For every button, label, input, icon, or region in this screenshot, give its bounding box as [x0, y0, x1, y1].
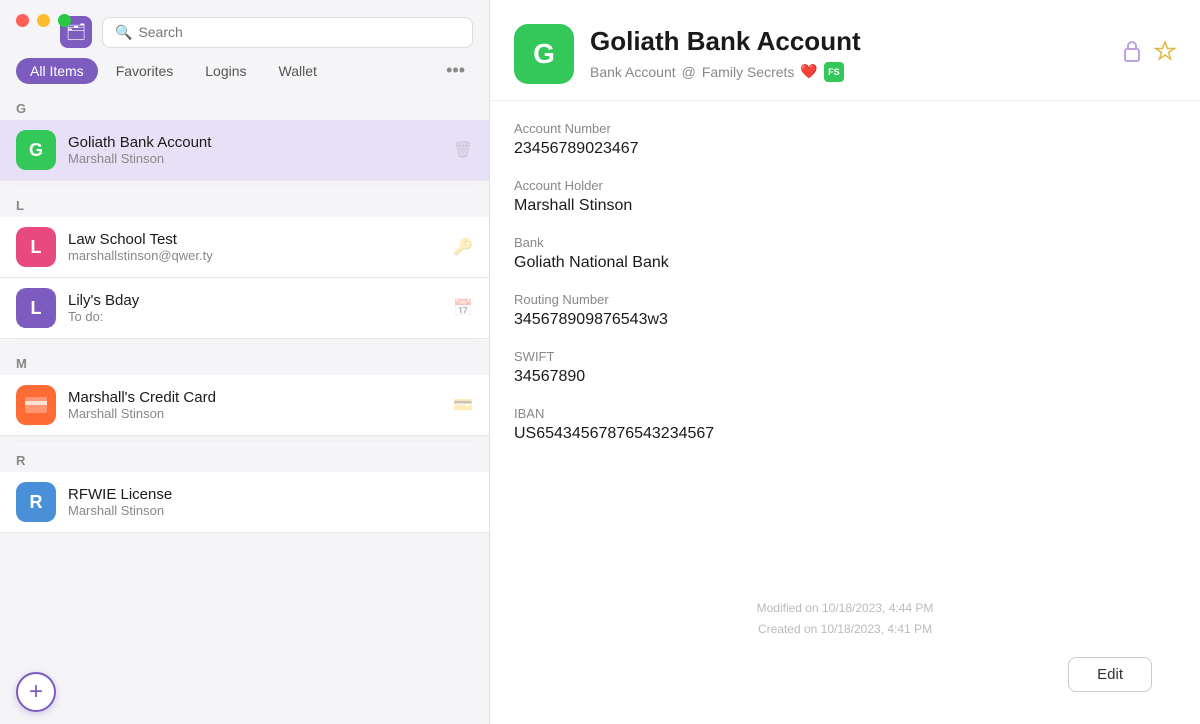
- section-header-r: R: [0, 445, 489, 472]
- detail-heart: ❤️: [800, 63, 817, 80]
- section-header-m: M: [0, 348, 489, 375]
- item-sub-lawschool: marshallstinson@qwer.ty: [68, 248, 453, 263]
- sidebar-tabs: All Items Favorites Logins Wallet •••: [0, 56, 489, 93]
- item-icon-creditcard: [16, 385, 56, 425]
- item-sub-rfwie: Marshall Stinson: [68, 503, 473, 518]
- detail-type: Bank Account: [590, 64, 676, 80]
- item-sub-lilybday: To do:: [68, 309, 453, 324]
- item-sub-goliath: Marshall Stinson: [68, 151, 453, 166]
- tab-wallet[interactable]: Wallet: [265, 58, 331, 84]
- item-icon-rfwie: R: [16, 482, 56, 522]
- detail-icon: G: [514, 24, 574, 84]
- field-group-iban: IBAN US65434567876543234567: [514, 406, 1176, 443]
- list-item-lilybday[interactable]: L Lily's Bday To do: 📅: [0, 278, 489, 339]
- section-header-g: G: [0, 93, 489, 120]
- detail-title: Goliath Bank Account: [590, 26, 1122, 57]
- item-name-creditcard: Marshall's Credit Card: [68, 389, 453, 406]
- item-action-lilybday: 📅: [453, 298, 473, 318]
- divider: [16, 185, 473, 186]
- item-info-creditcard: Marshall's Credit Card Marshall Stinson: [68, 389, 453, 421]
- item-icon-goliath: G: [16, 130, 56, 170]
- item-info-goliath: Goliath Bank Account Marshall Stinson: [68, 134, 453, 166]
- tab-favorites[interactable]: Favorites: [102, 58, 188, 84]
- search-icon: 🔍: [115, 24, 132, 41]
- detail-timestamps: Modified on 10/18/2023, 4:44 PM Created …: [514, 598, 1176, 641]
- list-item-goliath[interactable]: G Goliath Bank Account Marshall Stinson …: [0, 120, 489, 181]
- field-label: Bank: [514, 235, 1176, 250]
- item-name-goliath: Goliath Bank Account: [68, 134, 453, 151]
- field-label: SWIFT: [514, 349, 1176, 364]
- app-container: 🗂 🔍 All Items Favorites Logins Wallet ••…: [0, 0, 1200, 724]
- item-icon-lilybday: L: [16, 288, 56, 328]
- search-input[interactable]: [138, 24, 460, 40]
- edit-button[interactable]: Edit: [1068, 657, 1152, 692]
- item-sub-creditcard: Marshall Stinson: [68, 406, 453, 421]
- list-item-lawschool[interactable]: L Law School Test marshallstinson@qwer.t…: [0, 217, 489, 278]
- divider: [16, 440, 473, 441]
- vault-badge-fs: FS: [824, 62, 844, 82]
- field-value[interactable]: 23456789023467: [514, 140, 1176, 158]
- field-label: Routing Number: [514, 292, 1176, 307]
- field-label: IBAN: [514, 406, 1176, 421]
- field-label: Account Number: [514, 121, 1176, 136]
- field-group-routing-number: Routing Number 345678909876543w3: [514, 292, 1176, 329]
- add-button-container: +: [0, 660, 489, 724]
- created-text: Created on 10/18/2023, 4:41 PM: [514, 619, 1176, 641]
- maximize-button[interactable]: [58, 14, 71, 27]
- search-bar[interactable]: 🔍: [102, 17, 473, 48]
- detail-vault-name: Family Secrets: [702, 64, 795, 80]
- item-action-goliath: 🗑: [453, 140, 473, 160]
- detail-panel: G Goliath Bank Account Bank Account @ Fa…: [490, 0, 1200, 724]
- add-item-button[interactable]: +: [16, 672, 56, 712]
- star-button[interactable]: [1154, 40, 1176, 68]
- modified-text: Modified on 10/18/2023, 4:44 PM: [514, 598, 1176, 620]
- item-action-creditcard: 💳: [453, 395, 473, 415]
- sidebar-header: 🗂 🔍: [0, 0, 489, 56]
- tab-all-items[interactable]: All Items: [16, 58, 98, 84]
- minimize-button[interactable]: [37, 14, 50, 27]
- item-icon-lawschool: L: [16, 227, 56, 267]
- item-name-lilybday: Lily's Bday: [68, 292, 453, 309]
- list-item-rfwie[interactable]: R RFWIE License Marshall Stinson: [0, 472, 489, 533]
- item-action-lawschool: 🔑: [453, 237, 473, 257]
- detail-at: @: [682, 64, 696, 80]
- title-bar: [16, 14, 71, 27]
- field-group-account-number: Account Number 23456789023467: [514, 121, 1176, 158]
- detail-title-group: Goliath Bank Account Bank Account @ Fami…: [590, 26, 1122, 81]
- detail-actions: [1122, 40, 1176, 68]
- item-name-lawschool: Law School Test: [68, 231, 453, 248]
- field-value[interactable]: 34567890: [514, 368, 1176, 386]
- field-value[interactable]: Goliath National Bank: [514, 254, 1176, 272]
- field-value[interactable]: US65434567876543234567: [514, 425, 1176, 443]
- field-group-bank: Bank Goliath National Bank: [514, 235, 1176, 272]
- item-info-rfwie: RFWIE License Marshall Stinson: [68, 486, 473, 518]
- section-header-l: L: [0, 190, 489, 217]
- item-info-lilybday: Lily's Bday To do:: [68, 292, 453, 324]
- field-group-swift: SWIFT 34567890: [514, 349, 1176, 386]
- detail-footer: Modified on 10/18/2023, 4:44 PM Created …: [490, 582, 1200, 724]
- sidebar: 🗂 🔍 All Items Favorites Logins Wallet ••…: [0, 0, 490, 724]
- field-value[interactable]: 345678909876543w3: [514, 311, 1176, 329]
- divider: [16, 343, 473, 344]
- field-group-account-holder: Account Holder Marshall Stinson: [514, 178, 1176, 215]
- item-name-rfwie: RFWIE License: [68, 486, 473, 503]
- list-item-creditcard[interactable]: Marshall's Credit Card Marshall Stinson …: [0, 375, 489, 436]
- lock-button[interactable]: [1122, 40, 1142, 68]
- detail-fields: Account Number 23456789023467 Account Hold…: [490, 101, 1200, 582]
- more-tabs-button[interactable]: •••: [438, 56, 473, 85]
- items-list: G G Goliath Bank Account Marshall Stinso…: [0, 93, 489, 660]
- item-info-lawschool: Law School Test marshallstinson@qwer.ty: [68, 231, 453, 263]
- field-value[interactable]: Marshall Stinson: [514, 197, 1176, 215]
- detail-header: G Goliath Bank Account Bank Account @ Fa…: [490, 0, 1200, 101]
- detail-subtitle: Bank Account @ Family Secrets ❤️ FS: [590, 62, 1122, 82]
- field-label: Account Holder: [514, 178, 1176, 193]
- tab-logins[interactable]: Logins: [191, 58, 260, 84]
- close-button[interactable]: [16, 14, 29, 27]
